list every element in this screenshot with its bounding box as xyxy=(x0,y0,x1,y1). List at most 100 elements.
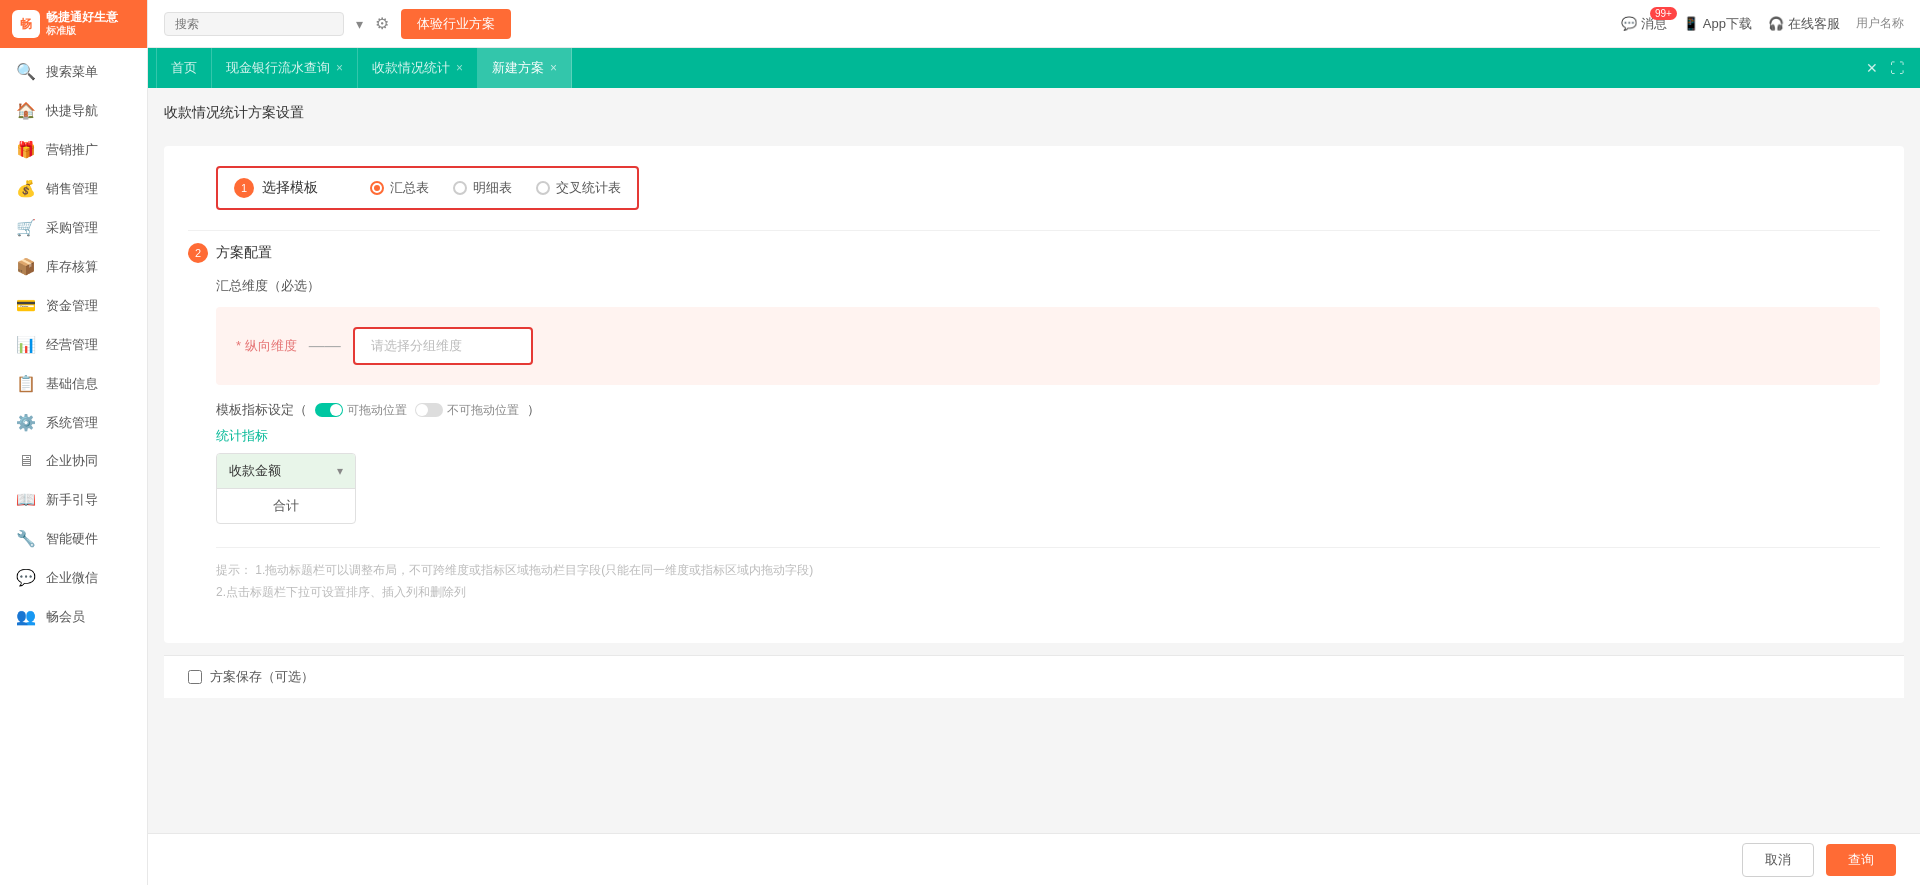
app-download-btn[interactable]: 📱 App下载 xyxy=(1683,15,1752,33)
logo-icon: 畅 xyxy=(12,10,40,38)
sidebar-item-basic-info[interactable]: 📋 基础信息 xyxy=(0,364,147,403)
trial-btn[interactable]: 体验行业方案 xyxy=(401,9,511,39)
sidebar-icon-system: ⚙️ xyxy=(16,413,36,432)
sidebar-label-marketing: 营销推广 xyxy=(46,141,98,159)
tab-cash-flow[interactable]: 现金银行流水查询 × xyxy=(212,48,358,88)
draggable-toggle[interactable] xyxy=(315,403,343,417)
sidebar-icon-quick-nav: 🏠 xyxy=(16,101,36,120)
dimension-select[interactable]: 请选择分组维度 xyxy=(353,327,533,365)
sidebar-icon-enterprise-coop: 🖥 xyxy=(16,452,36,470)
logo-text-group: 畅捷通好生意 标准版 xyxy=(46,10,118,38)
sidebar-item-operation[interactable]: 📊 经营管理 xyxy=(0,325,147,364)
draggable-badge: 可拖动位置 xyxy=(315,402,407,419)
sidebar-label-finance: 资金管理 xyxy=(46,297,98,315)
tab-new-plan-close[interactable]: × xyxy=(550,61,557,75)
sidebar-icon-search-menu: 🔍 xyxy=(16,62,36,81)
step2-header: 2 方案配置 xyxy=(188,243,1880,263)
step2-badge: 2 xyxy=(188,243,208,263)
sidebar-icon-operation: 📊 xyxy=(16,335,36,354)
template-options: 汇总表 明细表 交叉统计表 xyxy=(370,179,621,197)
sidebar-icon-member: 👥 xyxy=(16,607,36,626)
sidebar-item-sales[interactable]: 💰 销售管理 xyxy=(0,169,147,208)
metrics-header: 模板指标设定（ 可拖动位置 不可拖动位置 ） xyxy=(216,401,1880,419)
save-checkbox[interactable] xyxy=(188,670,202,684)
sidebar-label-search-menu: 搜索菜单 xyxy=(46,63,98,81)
app-download-label: App下载 xyxy=(1703,15,1752,33)
content-area: 收款情况统计方案设置 1 选择模板 汇总表 xyxy=(148,88,1920,833)
tab-home[interactable]: 首页 xyxy=(156,48,212,88)
service-icon: 🎧 xyxy=(1768,16,1784,31)
sidebar-item-purchase[interactable]: 🛒采购管理 xyxy=(0,208,147,247)
sidebar-item-enterprise-wechat[interactable]: 💬企业微信 xyxy=(0,558,147,597)
sidebar-item-inventory[interactable]: 📦库存核算 xyxy=(0,247,147,286)
sidebar-item-enterprise-coop[interactable]: 🖥 企业协同 xyxy=(0,442,147,480)
chevron-down-icon[interactable]: ▾ xyxy=(337,464,343,478)
arrow-icon: —— xyxy=(309,337,341,355)
sidebar-label-purchase: 采购管理 xyxy=(46,219,98,237)
sidebar-label-system: 系统管理 xyxy=(46,414,98,432)
sidebar-item-guide[interactable]: 📖 新手引导 xyxy=(0,480,147,519)
sidebar-logo: 畅 畅捷通好生意 标准版 xyxy=(0,0,147,48)
sidebar-label-quick-nav: 快捷导航 xyxy=(46,102,98,120)
tab-receipts-stats-close[interactable]: × xyxy=(456,61,463,75)
radio-summary[interactable]: 汇总表 xyxy=(370,179,429,197)
tab-cash-flow-label: 现金银行流水查询 xyxy=(226,59,330,77)
dropdown-icon[interactable]: ▾ xyxy=(356,16,363,32)
footer-bar: 取消 查询 xyxy=(148,833,1920,885)
step2-title: 方案配置 xyxy=(216,244,272,262)
top-header: ▾ ⚙ 体验行业方案 💬 消息 99+ 📱 App下载 🎧 在线客服 用户名称 xyxy=(148,0,1920,48)
sidebar-icon-sales: 💰 xyxy=(16,179,36,198)
sidebar-label-enterprise-wechat: 企业微信 xyxy=(46,569,98,587)
metrics-container: 模板指标设定（ 可拖动位置 不可拖动位置 ） 统计指标 xyxy=(216,401,1880,527)
tab-new-plan[interactable]: 新建方案 × xyxy=(478,48,572,88)
radio-cross-label: 交叉统计表 xyxy=(556,179,621,197)
close-window-btn[interactable]: ✕ xyxy=(1866,60,1878,76)
sidebar: 畅 畅捷通好生意 标准版 🔍 搜索菜单 🏠 快捷导航 🎁 营销推广 💰 销售管理 🛒采购管理📦库… xyxy=(0,0,148,885)
app-icon: 📱 xyxy=(1683,16,1699,31)
sidebar-icon-basic-info: 📋 xyxy=(16,374,36,393)
sidebar-label-basic-info: 基础信息 xyxy=(46,375,98,393)
window-controls: ✕ ⛶ xyxy=(1866,60,1912,76)
tab-new-plan-label: 新建方案 xyxy=(492,59,544,77)
metrics-table-header[interactable]: 收款金额 ▾ xyxy=(217,454,355,488)
tab-receipts-stats[interactable]: 收款情况统计 × xyxy=(358,48,478,88)
query-button[interactable]: 查询 xyxy=(1826,844,1896,876)
sidebar-item-quick-nav[interactable]: 🏠 快捷导航 xyxy=(0,91,147,130)
tab-cash-flow-close[interactable]: × xyxy=(336,61,343,75)
sidebar-item-finance[interactable]: 💳资金管理 xyxy=(0,286,147,325)
tab-bar: 首页 现金银行流水查询 × 收款情况统计 × 新建方案 × ✕ ⛶ xyxy=(148,48,1920,88)
search-input[interactable] xyxy=(164,12,344,36)
sidebar-label-enterprise-coop: 企业协同 xyxy=(46,452,98,470)
metrics-table: 收款金额 ▾ 合计 xyxy=(216,453,356,524)
sidebar-icon-guide: 📖 xyxy=(16,490,36,509)
cancel-button[interactable]: 取消 xyxy=(1742,843,1814,877)
maximize-window-btn[interactable]: ⛶ xyxy=(1890,60,1904,76)
sidebar-icon-smart-hardware: 🔧 xyxy=(16,529,36,548)
dimension-title: 汇总维度（必选） xyxy=(216,277,1880,295)
sidebar-item-marketing[interactable]: 🎁 营销推广 xyxy=(0,130,147,169)
sidebar-item-smart-hardware[interactable]: 🔧智能硬件 xyxy=(0,519,147,558)
non-draggable-toggle[interactable] xyxy=(415,403,443,417)
sidebar-label-operation: 经营管理 xyxy=(46,336,98,354)
tip-2: 2.点击标题栏下拉可设置排序、插入列和删除列 xyxy=(216,582,1880,604)
sidebar-item-system[interactable]: ⚙️ 系统管理 xyxy=(0,403,147,442)
sidebar-label-guide: 新手引导 xyxy=(46,491,98,509)
online-service-btn[interactable]: 🎧 在线客服 xyxy=(1768,15,1840,33)
sidebar-item-member[interactable]: 👥 畅会员 xyxy=(0,597,147,636)
radio-cross[interactable]: 交叉统计表 xyxy=(536,179,621,197)
sidebar-label-sales: 销售管理 xyxy=(46,180,98,198)
metrics-group-label: 统计指标 xyxy=(216,427,1880,445)
sidebar-item-search-menu[interactable]: 🔍 搜索菜单 xyxy=(0,52,147,91)
sidebar-label-member: 畅会员 xyxy=(46,608,85,626)
message-btn[interactable]: 💬 消息 99+ xyxy=(1621,15,1667,33)
gear-icon[interactable]: ⚙ xyxy=(375,14,389,33)
dimension-area: * 纵向维度 —— 请选择分组维度 xyxy=(216,307,1880,385)
dimension-container: 汇总维度（必选） * 纵向维度 —— 请选择分组维度 xyxy=(216,277,1880,385)
radio-detail-circle xyxy=(453,181,467,195)
draggable-label: 可拖动位置 xyxy=(347,402,407,419)
sidebar-icon-marketing: 🎁 xyxy=(16,140,36,159)
step1-badge: 1 xyxy=(234,178,254,198)
radio-detail[interactable]: 明细表 xyxy=(453,179,512,197)
step1-title: 选择模板 xyxy=(262,179,318,197)
step2-section: 2 方案配置 汇总维度（必选） * 纵向维度 —— 请选择分组维度 xyxy=(188,243,1880,603)
